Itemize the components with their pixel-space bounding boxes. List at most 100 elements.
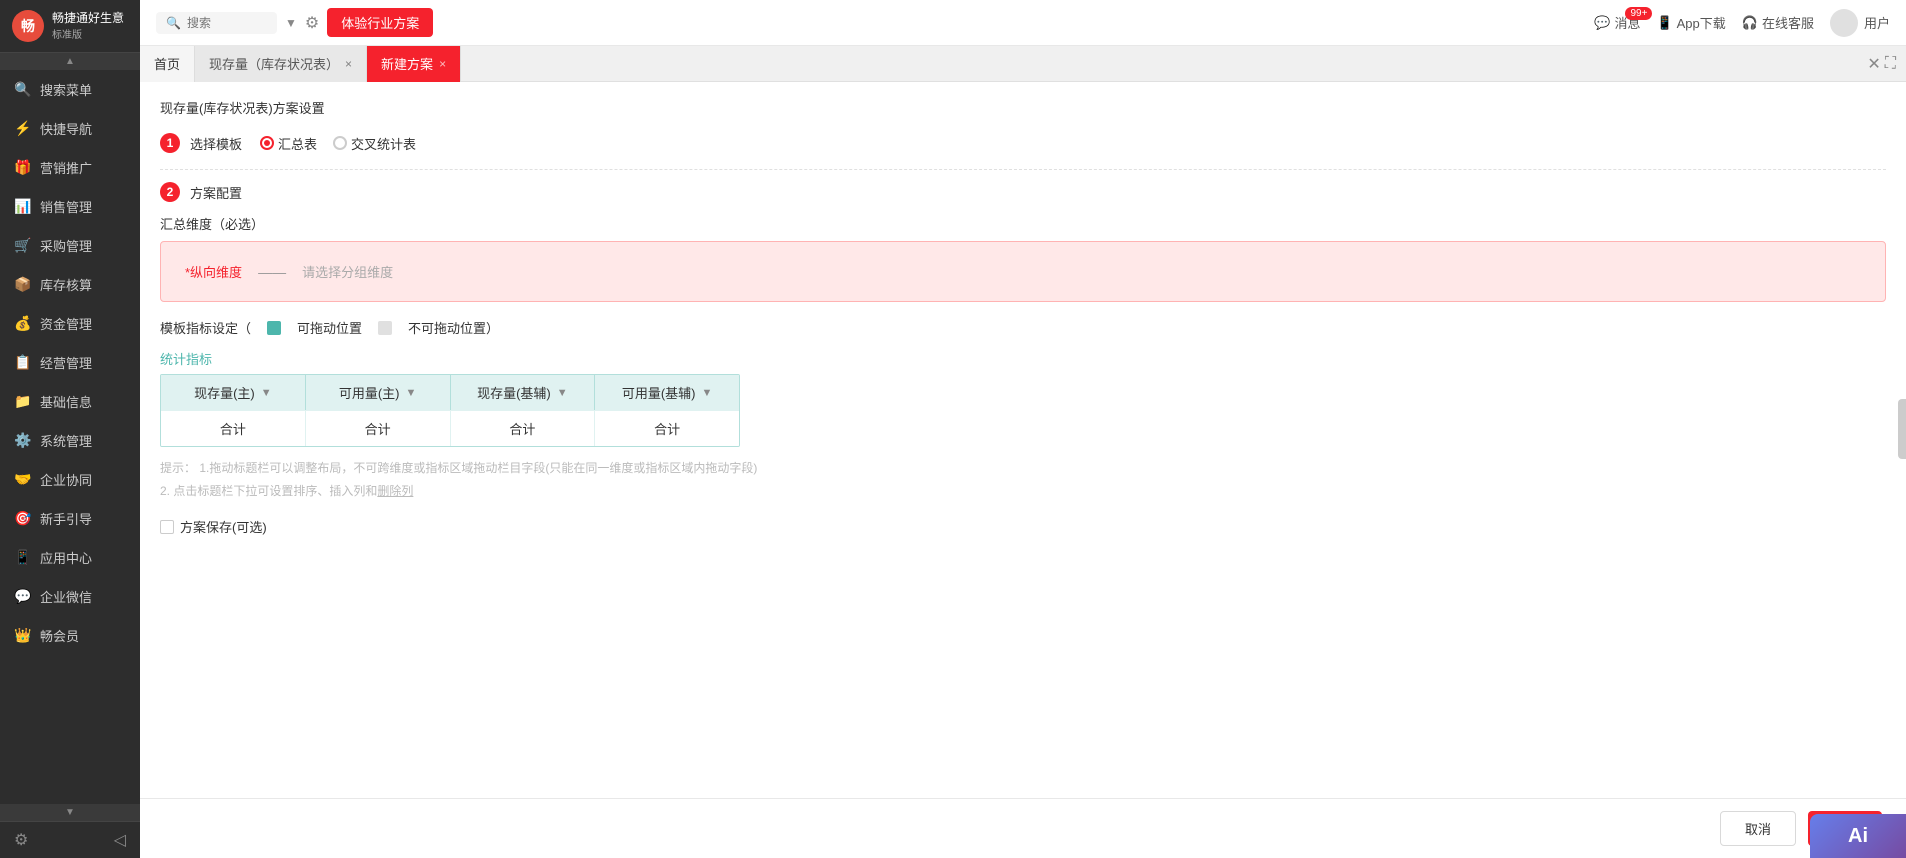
sidebar-item-app-center[interactable]: 📱 应用中心 (0, 538, 140, 577)
sidebar-item-search[interactable]: 🔍 搜索菜单 (0, 70, 140, 109)
tab-inventory-status-label: 现存量（库存状况表） (209, 54, 339, 73)
content-inner: 现存量(库存状况表)方案设置 1 选择模板 汇总表 交叉统计表 (140, 82, 1906, 798)
sidebar-footer: ⚙ ◁ (0, 821, 140, 858)
right-scroll-handle[interactable] (1898, 399, 1906, 459)
stats-col3-chevron[interactable]: ▼ (557, 387, 568, 399)
sidebar-nav: 🔍 搜索菜单 ⚡ 快捷导航 🎁 营销推广 📊 销售管理 🛒 采购管理 📦 库存核… (0, 70, 140, 804)
sidebar-item-label: 采购管理 (40, 236, 92, 255)
sidebar-item-label: 企业微信 (40, 587, 92, 606)
stats-col2-chevron[interactable]: ▼ (406, 387, 417, 399)
stats-header-cell-3[interactable]: 现存量(基辅) ▼ (451, 375, 596, 410)
sidebar-item-corp[interactable]: 🤝 企业协同 (0, 460, 140, 499)
sidebar-scroll-up[interactable]: ▲ (0, 53, 140, 70)
sidebar-item-wechat[interactable]: 💬 企业微信 (0, 577, 140, 616)
search-icon: 🔍 (14, 81, 32, 99)
section1-header: 1 选择模板 汇总表 交叉统计表 (160, 133, 1886, 153)
save-option: 方案保存(可选) (160, 517, 1886, 552)
radio-cross[interactable]: 交叉统计表 (333, 134, 416, 153)
sidebar-item-inventory[interactable]: 📦 库存核算 (0, 265, 140, 304)
topbar: 🔍 ▼ ⚙ 体验行业方案 💬 消息 99+ 📱 App下载 🎧 在线客服 (140, 0, 1906, 46)
tip-2: 2. 点击标题栏下拉可设置排序、插入列和删除列 (160, 482, 1886, 501)
section2-title: 方案配置 (190, 183, 242, 202)
user-area[interactable]: 用户 (1830, 9, 1890, 37)
template-radio-group: 汇总表 交叉统计表 (260, 134, 416, 153)
service-button[interactable]: 🎧 在线客服 (1742, 13, 1814, 32)
save-checkbox[interactable] (160, 520, 174, 534)
main-area: 🔍 ▼ ⚙ 体验行业方案 💬 消息 99+ 📱 App下载 🎧 在线客服 (140, 0, 1906, 858)
avatar (1830, 9, 1858, 37)
sidebar-item-label: 营销推广 (40, 158, 92, 177)
sidebar-item-new-guide[interactable]: 🎯 新手引导 (0, 499, 140, 538)
search-icon: 🔍 (166, 16, 181, 30)
section2-num: 2 (160, 182, 180, 202)
delete-col-link[interactable]: 删除列 (377, 484, 413, 498)
indicator-row: 模板指标设定（ 可拖动位置 不可拖动位置） (160, 318, 1886, 337)
message-badge: 99+ (1625, 7, 1652, 20)
section-divider-1 (160, 169, 1886, 170)
sidebar-scroll-down[interactable]: ▼ (0, 804, 140, 821)
brand: 畅 畅捷通好生意 标准版 (0, 0, 140, 53)
dimension-box[interactable]: *纵向维度 —— 请选择分组维度 (160, 241, 1886, 302)
section-plan-config: 2 方案配置 汇总维度（必选） *纵向维度 —— 请选择分组维度 模板指标设定（… (160, 182, 1886, 501)
sidebar-item-label: 新手引导 (40, 509, 92, 528)
topbar-dropdown-icon[interactable]: ▼ (285, 16, 297, 30)
sidebar-item-purchase[interactable]: 🛒 采购管理 (0, 226, 140, 265)
topbar-search-box[interactable]: 🔍 (156, 12, 277, 34)
app-icon: 📱 (1656, 15, 1672, 31)
search-input[interactable] (187, 16, 267, 30)
sidebar-item-quick-nav[interactable]: ⚡ 快捷导航 (0, 109, 140, 148)
sound-icon[interactable]: ◁ (114, 830, 126, 850)
topbar-right: 💬 消息 99+ 📱 App下载 🎧 在线客服 用户 (1594, 9, 1890, 37)
sidebar-item-operations[interactable]: 📋 经营管理 (0, 343, 140, 382)
user-name: 用户 (1864, 13, 1890, 32)
sidebar: 畅 畅捷通好生意 标准版 ▲ 🔍 搜索菜单 ⚡ 快捷导航 🎁 营销推广 📊 销售… (0, 0, 140, 858)
tab-inventory-status[interactable]: 现存量（库存状况表） × (195, 46, 367, 82)
app-download-button[interactable]: 📱 App下载 (1656, 13, 1725, 32)
stats-header-cell-2[interactable]: 可用量(主) ▼ (306, 375, 451, 410)
tab-new-plan-close-icon[interactable]: × (439, 57, 446, 71)
sidebar-item-sales[interactable]: 📊 销售管理 (0, 187, 140, 226)
stats-col1-chevron[interactable]: ▼ (261, 387, 272, 399)
message-button[interactable]: 💬 消息 99+ (1594, 13, 1640, 32)
dim-arrow: —— (258, 264, 286, 280)
ai-badge[interactable]: Ai (1810, 814, 1906, 858)
cancel-button[interactable]: 取消 (1720, 811, 1796, 846)
radio-summary[interactable]: 汇总表 (260, 134, 317, 153)
app-download-label: App下载 (1677, 13, 1726, 32)
sidebar-item-base-info[interactable]: 📁 基础信息 (0, 382, 140, 421)
expand-icon[interactable]: ⛶ (1885, 55, 1896, 73)
sidebar-item-finance[interactable]: 💰 资金管理 (0, 304, 140, 343)
sidebar-item-system[interactable]: ⚙️ 系统管理 (0, 421, 140, 460)
tips-section: 提示： 1.拖动标题栏可以调整布局，不可跨维度或指标区域拖动栏目字段(只能在同一… (160, 459, 1886, 501)
sidebar-item-marketing[interactable]: 🎁 营销推广 (0, 148, 140, 187)
close-icon[interactable]: ✕ (1867, 54, 1880, 74)
stats-data-cell-1-1: 合计 (161, 411, 306, 446)
dim-label: 汇总维度（必选） (160, 214, 1886, 233)
sidebar-item-label: 快捷导航 (40, 119, 92, 138)
topbar-left: 🔍 ▼ ⚙ 体验行业方案 (156, 8, 433, 37)
operations-icon: 📋 (14, 354, 32, 372)
trial-button[interactable]: 体验行业方案 (327, 8, 433, 37)
tab-new-plan[interactable]: 新建方案 × (367, 46, 461, 82)
settings-icon[interactable]: ⚙ (14, 830, 28, 850)
dim-placeholder: 请选择分组维度 (302, 262, 393, 281)
stats-header-cell-1[interactable]: 现存量(主) ▼ (161, 375, 306, 410)
tab-inventory-close-icon[interactable]: × (345, 57, 352, 71)
tab-new-plan-label: 新建方案 (381, 54, 433, 73)
tip-1: 提示： 1.拖动标题栏可以调整布局，不可跨维度或指标区域拖动栏目字段(只能在同一… (160, 459, 1886, 478)
radio-summary-dot (260, 136, 274, 150)
tab-home[interactable]: 首页 (140, 46, 195, 82)
message-icon: 💬 (1594, 15, 1610, 31)
sidebar-item-member[interactable]: 👑 畅会员 (0, 616, 140, 655)
stats-col2-label: 可用量(主) (339, 383, 400, 402)
marketing-icon: 🎁 (14, 159, 32, 177)
gear-icon[interactable]: ⚙ (305, 13, 319, 33)
new-guide-icon: 🎯 (14, 510, 32, 528)
tabbar: 首页 现存量（库存状况表） × 新建方案 × ✕ ⛶ (140, 46, 1906, 82)
brand-sub: 标准版 (52, 26, 124, 41)
stats-col4-chevron[interactable]: ▼ (702, 387, 713, 399)
stats-header-cell-4[interactable]: 可用量(基辅) ▼ (595, 375, 739, 410)
content-area: 现存量(库存状况表)方案设置 1 选择模板 汇总表 交叉统计表 (140, 82, 1906, 858)
stats-section-label: 统计指标 (160, 349, 1886, 368)
movable-badge (267, 321, 281, 335)
